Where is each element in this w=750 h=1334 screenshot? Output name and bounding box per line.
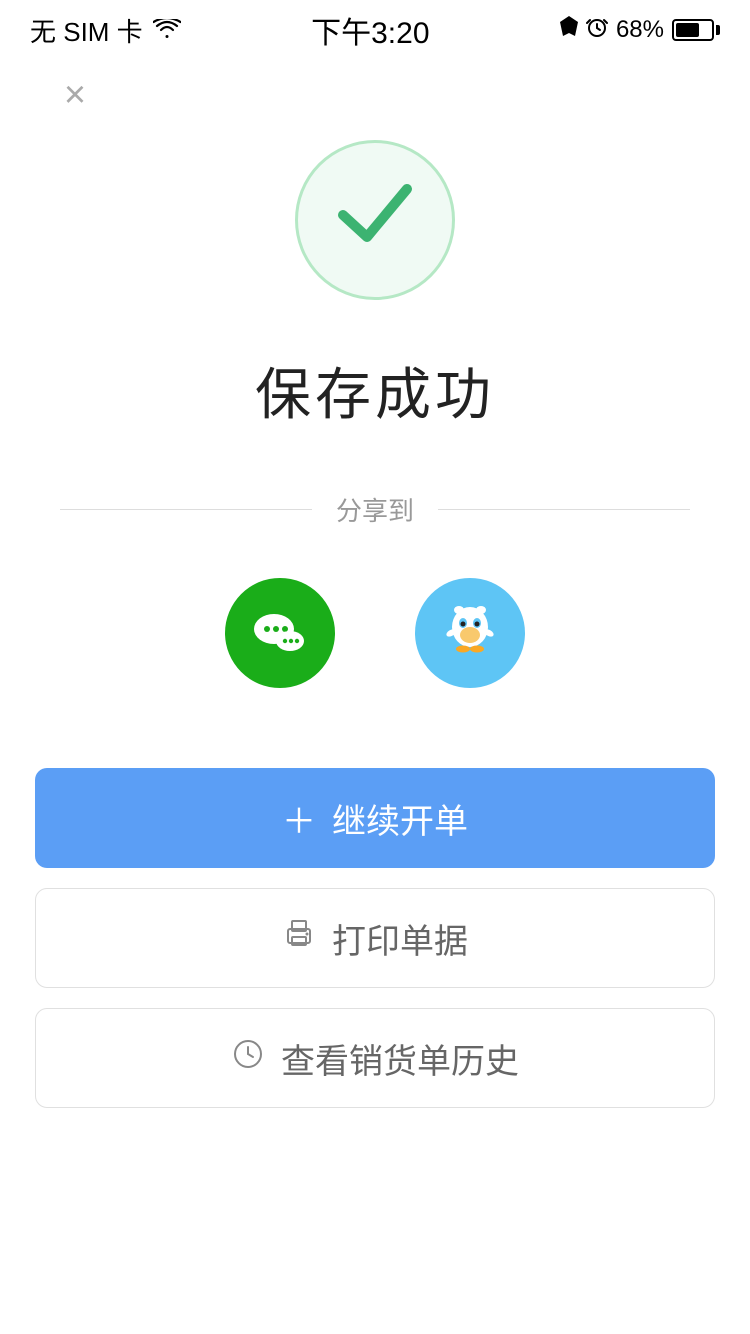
status-time: 下午3:20 xyxy=(311,8,429,52)
success-title: 保存成功 xyxy=(255,350,495,431)
success-circle xyxy=(295,140,455,300)
share-buttons xyxy=(225,578,525,688)
wifi-icon xyxy=(153,15,181,46)
main-content: 保存成功 分享到 xyxy=(0,60,750,1108)
action-buttons: ＋ 继续开单 打印单据 查看销货单历史 xyxy=(35,768,715,1108)
qq-share-button[interactable] xyxy=(415,578,525,688)
history-label: 查看销货单历史 xyxy=(281,1034,519,1083)
continue-label: 继续开单 xyxy=(332,794,468,843)
status-bar: 无 SIM 卡 下午3:20 68% xyxy=(0,0,750,60)
status-left: 无 SIM 卡 xyxy=(30,12,181,49)
divider-left xyxy=(60,509,312,510)
battery-icon xyxy=(672,19,720,41)
qq-icon xyxy=(441,601,499,665)
location-icon xyxy=(560,16,578,45)
print-button[interactable]: 打印单据 xyxy=(35,888,715,988)
check-icon xyxy=(335,179,415,262)
alarm-icon xyxy=(586,16,608,45)
wechat-icon xyxy=(248,601,312,665)
carrier-text: 无 SIM 卡 xyxy=(30,12,143,49)
share-label: 分享到 xyxy=(312,491,438,528)
status-right: 68% xyxy=(560,16,720,45)
battery-percentage: 68% xyxy=(616,16,664,44)
divider-right xyxy=(438,509,690,510)
share-divider: 分享到 xyxy=(0,491,750,528)
history-icon xyxy=(231,1037,265,1080)
wechat-share-button[interactable] xyxy=(225,578,335,688)
print-label: 打印单据 xyxy=(332,914,468,963)
history-button[interactable]: 查看销货单历史 xyxy=(35,1008,715,1108)
close-button[interactable]: × xyxy=(50,70,100,120)
print-icon xyxy=(282,917,316,960)
continue-icon: ＋ xyxy=(282,794,316,843)
continue-button[interactable]: ＋ 继续开单 xyxy=(35,768,715,868)
close-icon: × xyxy=(64,76,86,114)
